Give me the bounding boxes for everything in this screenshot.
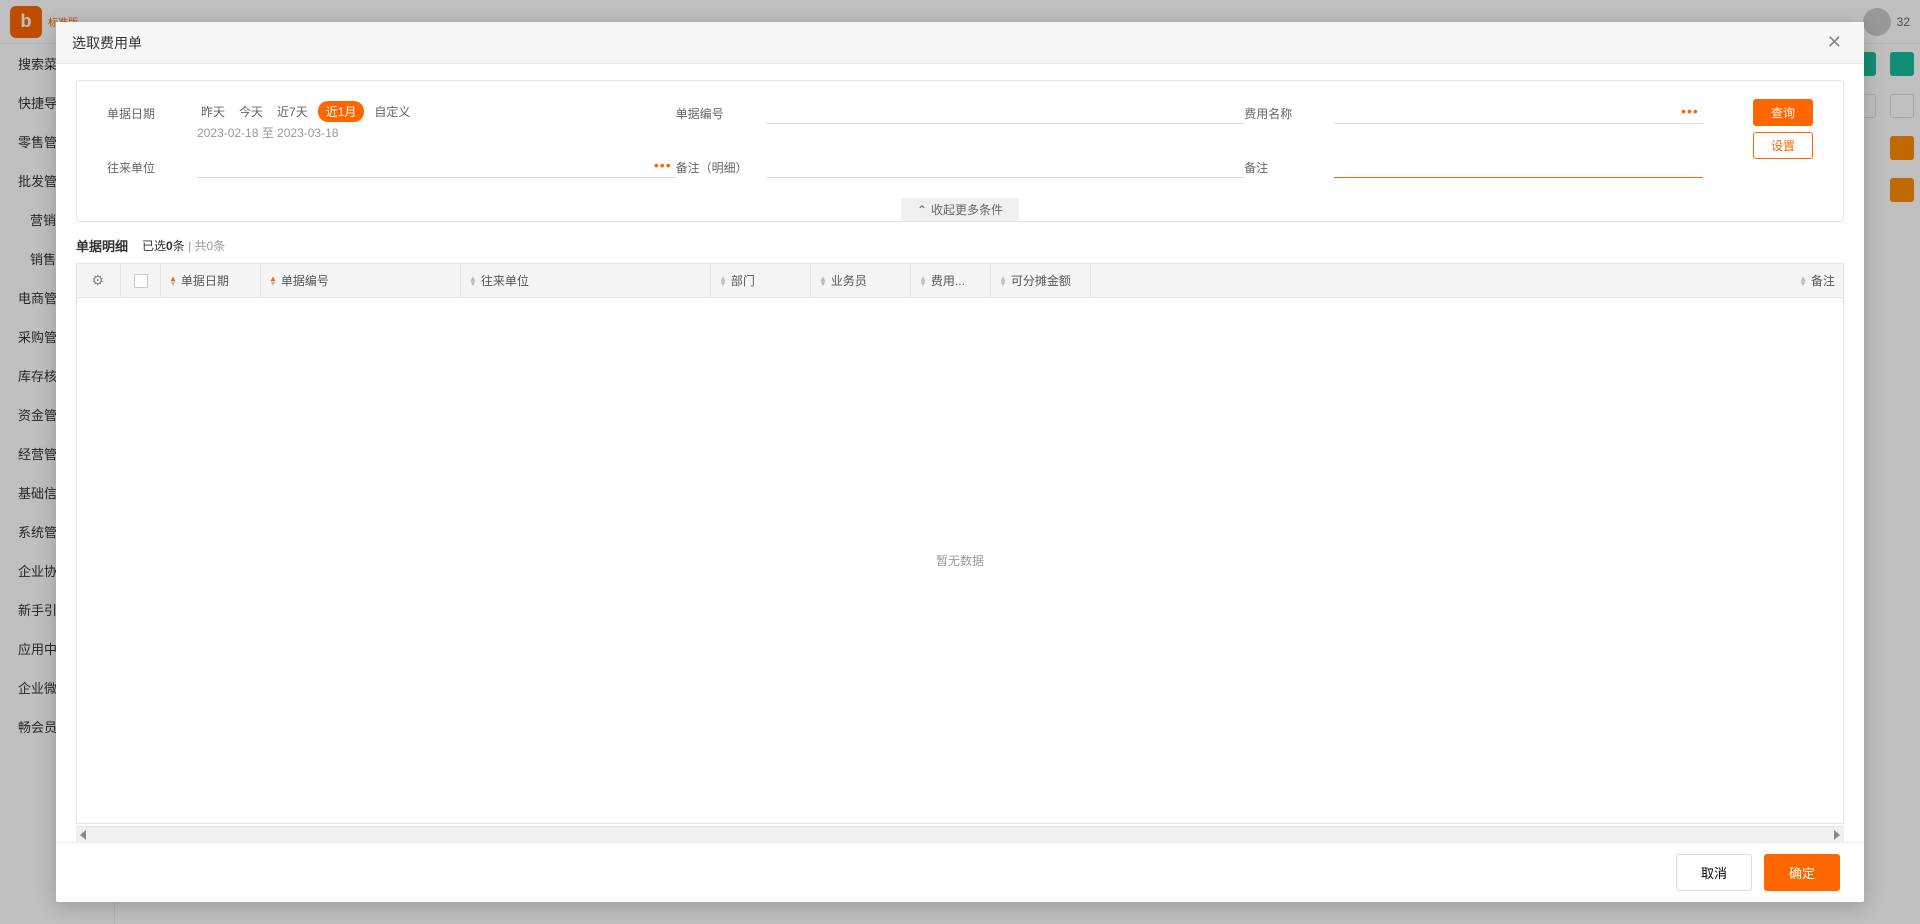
modal-footer: 取消 确定: [56, 842, 1864, 902]
total-count: | 共0条: [188, 239, 225, 253]
filter-label: 备注: [1244, 155, 1334, 176]
settings-button[interactable]: 设置: [1753, 132, 1813, 159]
sort-icon: ▲▼: [469, 276, 477, 286]
empty-text: 暂无数据: [936, 552, 984, 569]
date-chip-custom[interactable]: 自定义: [370, 101, 414, 122]
collapse-label: 收起更多条件: [931, 201, 1003, 218]
horizontal-scrollbar[interactable]: [76, 826, 1844, 842]
selected-count: 已选0条: [142, 239, 185, 253]
detail-remark-input[interactable]: [766, 155, 1245, 178]
collapse-filters-button[interactable]: ⌃ 收起更多条件: [901, 198, 1019, 221]
filter-party: 往来单位 •••: [107, 155, 676, 185]
filter-label: 单据编号: [676, 101, 766, 122]
filter-doc-no: 单据编号: [676, 101, 1245, 141]
select-expense-modal: 选取费用单 ✕ 单据日期 昨天 今天 近7天 近1月 自定义: [56, 22, 1864, 902]
sort-icon: ▲▼: [269, 276, 277, 286]
table-header: ▲▼单据日期 ▲▼单据编号 ▲▼往来单位 ▲▼部门 ▲▼业务员 ▲▼费用... …: [77, 264, 1843, 298]
more-icon[interactable]: •••: [654, 157, 672, 173]
filter-detail-remark: 备注（明细）: [676, 155, 1245, 185]
gear-icon: [92, 274, 106, 288]
column-party[interactable]: ▲▼往来单位: [461, 264, 711, 297]
party-input[interactable]: [197, 155, 676, 178]
checkbox-icon[interactable]: [134, 274, 148, 288]
filter-card: 单据日期 昨天 今天 近7天 近1月 自定义 2023-02-18 至 2023…: [76, 80, 1844, 222]
table-body: 暂无数据: [77, 298, 1843, 823]
sort-icon: ▲▼: [819, 276, 827, 286]
filter-label: 往来单位: [107, 155, 197, 176]
date-chip-today[interactable]: 今天: [235, 101, 267, 122]
modal-title: 选取费用单: [72, 33, 142, 53]
more-icon[interactable]: •••: [1681, 103, 1699, 119]
date-chip-yesterday[interactable]: 昨天: [197, 101, 229, 122]
filter-label: 备注（明细）: [676, 155, 766, 176]
column-doc-no[interactable]: ▲▼单据编号: [261, 264, 461, 297]
filter-date: 单据日期 昨天 今天 近7天 近1月 自定义 2023-02-18 至 2023…: [107, 101, 676, 141]
date-range-text: 2023-02-18 至 2023-03-18: [197, 124, 676, 141]
modal-body: 单据日期 昨天 今天 近7天 近1月 自定义 2023-02-18 至 2023…: [56, 64, 1864, 842]
cancel-button[interactable]: 取消: [1676, 854, 1752, 891]
date-chip-7days[interactable]: 近7天: [273, 101, 312, 122]
column-alloc[interactable]: ▲▼可分摊金额: [991, 264, 1091, 297]
filter-fee-name: 费用名称 •••: [1244, 101, 1813, 141]
table: ▲▼单据日期 ▲▼单据编号 ▲▼往来单位 ▲▼部门 ▲▼业务员 ▲▼费用... …: [76, 263, 1844, 824]
confirm-button[interactable]: 确定: [1764, 854, 1840, 891]
search-button[interactable]: 查询: [1753, 99, 1813, 126]
filter-label: 单据日期: [107, 101, 197, 122]
fee-name-input[interactable]: [1334, 101, 1703, 124]
column-fee[interactable]: ▲▼费用...: [911, 264, 991, 297]
doc-no-input[interactable]: [766, 101, 1245, 124]
chevron-up-icon: ⌃: [917, 203, 927, 217]
close-icon[interactable]: ✕: [1821, 32, 1848, 53]
sort-icon: ▲▼: [169, 276, 177, 286]
sort-icon: ▲▼: [719, 276, 727, 286]
remark-input[interactable]: [1334, 155, 1703, 178]
column-date[interactable]: ▲▼单据日期: [161, 264, 261, 297]
filter-label: 费用名称: [1244, 101, 1334, 122]
sort-icon: ▲▼: [1799, 276, 1807, 286]
sort-icon: ▲▼: [999, 276, 1007, 286]
filter-remark: 备注: [1244, 155, 1813, 185]
filter-actions: 查询 设置: [1753, 99, 1813, 159]
section-header: 单据明细 已选0条 | 共0条: [76, 222, 1844, 263]
column-dept[interactable]: ▲▼部门: [711, 264, 811, 297]
section-title: 单据明细: [76, 236, 128, 255]
column-settings[interactable]: [77, 264, 121, 297]
sort-icon: ▲▼: [919, 276, 927, 286]
modal-header: 选取费用单 ✕: [56, 22, 1864, 64]
column-checkbox[interactable]: [121, 264, 161, 297]
column-remark[interactable]: ▲▼备注: [1091, 264, 1843, 297]
column-clerk[interactable]: ▲▼业务员: [811, 264, 911, 297]
date-chip-1month[interactable]: 近1月: [318, 101, 365, 122]
